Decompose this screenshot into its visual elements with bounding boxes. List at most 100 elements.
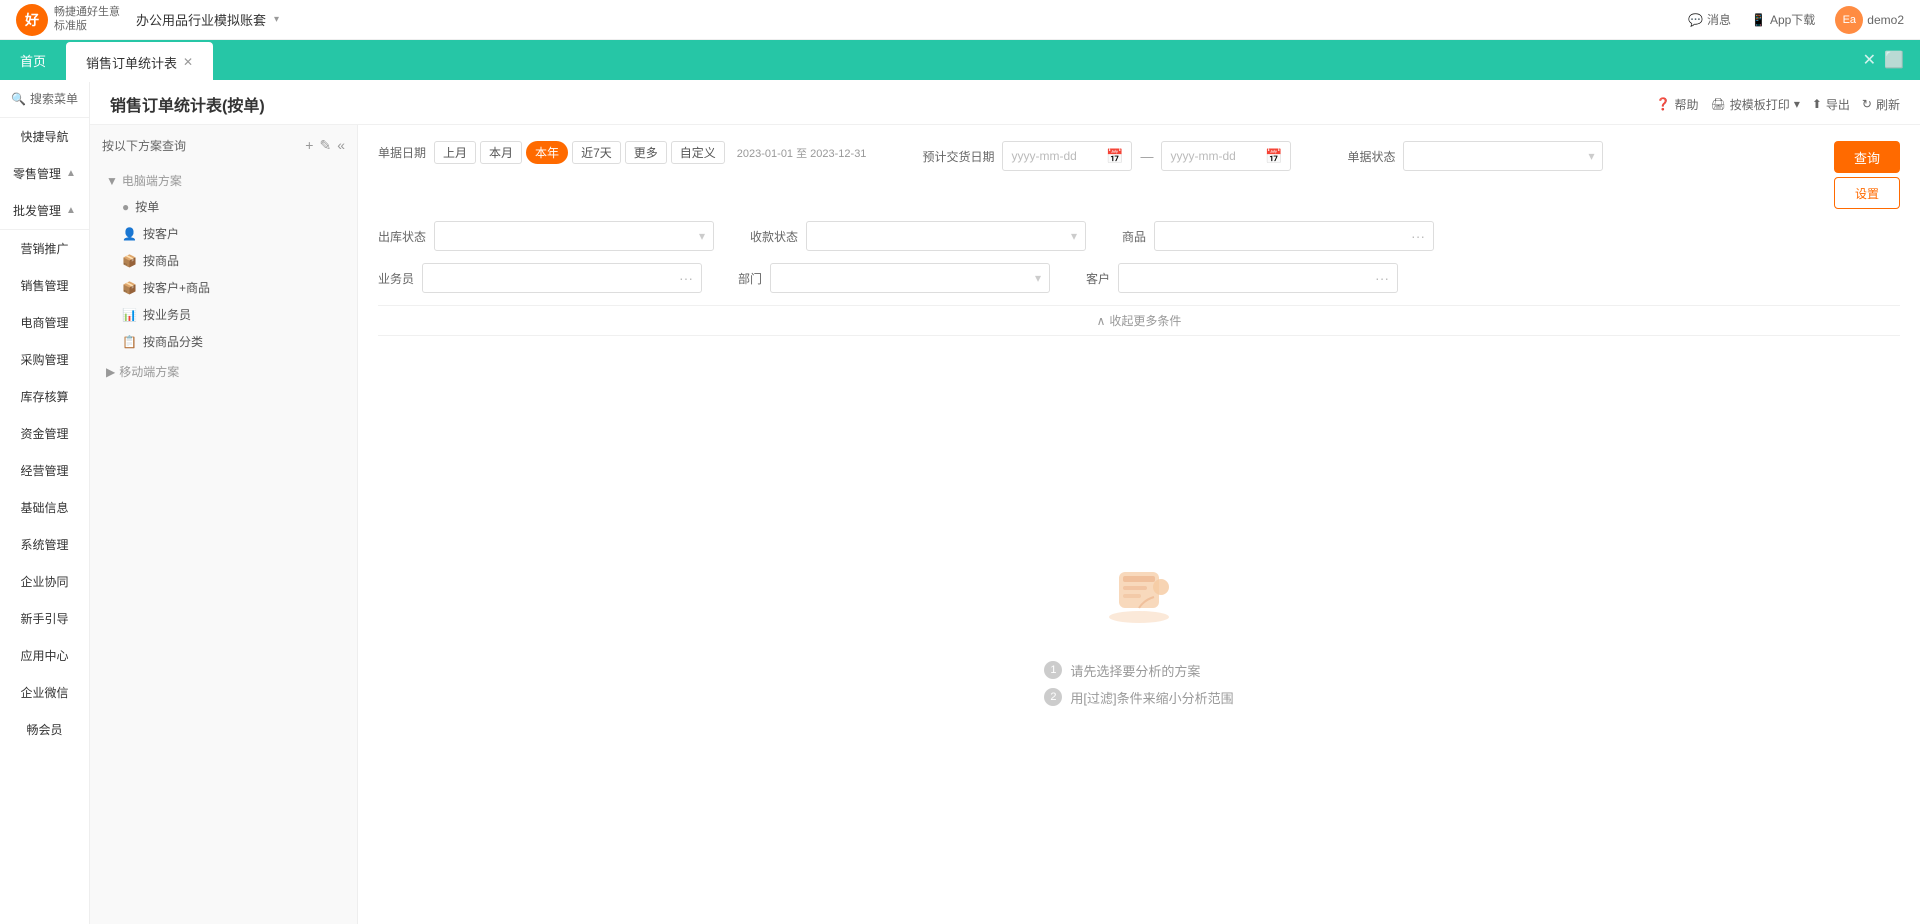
goods-select[interactable]: ··· xyxy=(1154,221,1434,251)
refresh-button[interactable]: ↻ 刷新 xyxy=(1862,96,1900,113)
logo-icon: 好 xyxy=(16,4,48,36)
date-more[interactable]: 更多 xyxy=(625,141,667,164)
ship-status-select[interactable]: ▾ xyxy=(434,221,714,251)
settings-button[interactable]: 设置 xyxy=(1834,177,1900,209)
date-shortcuts: 上月 本月 本年 近7天 更多 自定义 xyxy=(434,141,725,164)
by-salesperson-icon: 📊 xyxy=(122,308,137,322)
empty-svg xyxy=(1089,542,1189,642)
payment-status-label: 收款状态 xyxy=(750,228,798,245)
sidebar-item-system[interactable]: 系统管理 xyxy=(0,526,89,563)
goods-label: 商品 xyxy=(1122,228,1146,245)
sidebar-item-appcenter[interactable]: 应用中心 xyxy=(0,637,89,674)
collapse-icon: ∧ xyxy=(1097,314,1106,328)
sidebar-item-sales[interactable]: 销售管理 xyxy=(0,267,89,304)
tip-num-2: 2 xyxy=(1044,688,1062,706)
scheme-by-product[interactable]: 📦 按商品 xyxy=(114,247,349,274)
left-panel-icons: + ✎ « xyxy=(305,137,345,154)
sidebar-item-inventory[interactable]: 库存核算 xyxy=(0,378,89,415)
ship-status-label: 出库状态 xyxy=(378,228,426,245)
expected-date-from[interactable]: yyyy-mm-dd 📅 xyxy=(1002,141,1132,171)
filter-row-2: 出库状态 ▾ 收款状态 ▾ 商品 xyxy=(378,221,1900,251)
sidebar-item-finance[interactable]: 资金管理 xyxy=(0,415,89,452)
sidebar-item-wholesale[interactable]: 批发管理 ▲ xyxy=(0,192,89,229)
sidebar-item-operations[interactable]: 经营管理 xyxy=(0,452,89,489)
customer-group: 客户 ··· xyxy=(1086,263,1398,293)
date-last-7[interactable]: 近7天 xyxy=(572,141,621,164)
scheme-by-customer[interactable]: 👤 按客户 xyxy=(114,220,349,247)
scheme-by-order[interactable]: ● 按单 xyxy=(114,193,349,220)
message-button[interactable]: 💬 消息 xyxy=(1688,11,1731,28)
logo-text: 畅捷通好生意 标准版 xyxy=(54,6,120,32)
pc-section-label[interactable]: ▼ 电脑端方案 xyxy=(98,164,349,193)
customer-select[interactable]: ··· xyxy=(1118,263,1398,293)
order-status-select[interactable]: ▾ xyxy=(1403,141,1603,171)
sidebar-item-retail[interactable]: 零售管理 ▲ xyxy=(0,155,89,192)
mobile-section-arrow: ▶ xyxy=(106,365,115,379)
order-status-group: 单据状态 ▾ xyxy=(1347,141,1603,171)
sidebar-item-member[interactable]: 畅会员 xyxy=(0,711,89,748)
date-separator: — xyxy=(1140,149,1153,164)
sidebar-search[interactable]: 🔍 搜索菜单 xyxy=(0,80,89,118)
template-print-button[interactable]: 🖨 按模板打印 ▾ xyxy=(1711,96,1800,113)
salesperson-select[interactable]: ··· xyxy=(422,263,702,293)
sidebar: 🔍 搜索菜单 快捷导航 零售管理 ▲ 批发管理 ▲ 营销推广 销售管理 电商管理… xyxy=(0,80,90,924)
date-filter-group: 单据日期 上月 本月 本年 近7天 更多 自定义 2023-01-01 至 20… xyxy=(378,141,866,164)
tab-home[interactable]: 首页 xyxy=(0,40,66,80)
page-title: 销售订单统计表(按单) xyxy=(110,92,265,116)
collapse-button[interactable]: ∧ 收起更多条件 xyxy=(1097,312,1182,329)
expected-date-to[interactable]: yyyy-mm-dd 📅 xyxy=(1161,141,1291,171)
tab-bar: 首页 销售订单统计表 ✕ ✕ ⬜ xyxy=(0,40,1920,80)
date-last-month[interactable]: 上月 xyxy=(434,141,476,164)
tab-restore-window[interactable]: ⬜ xyxy=(1884,50,1904,70)
mobile-section-label[interactable]: ▶ 移动端方案 xyxy=(98,355,349,384)
filter-row-3: 业务员 ··· 部门 ▾ 客户 xyxy=(378,263,1900,293)
scheme-by-salesperson[interactable]: 📊 按业务员 xyxy=(114,301,349,328)
sidebar-item-basic[interactable]: 基础信息 xyxy=(0,489,89,526)
date-this-year[interactable]: 本年 xyxy=(526,141,568,164)
date-custom[interactable]: 自定义 xyxy=(671,141,725,164)
tab-close-icon[interactable]: ✕ xyxy=(183,55,193,69)
top-bar-right: 💬 消息 📱 App下载 Ea demo2 xyxy=(1688,6,1904,34)
action-buttons: 查询 设置 xyxy=(1834,141,1900,209)
app-download-button[interactable]: 📱 App下载 xyxy=(1751,11,1815,28)
dept-select[interactable]: ▾ xyxy=(770,263,1050,293)
date-this-month[interactable]: 本月 xyxy=(480,141,522,164)
export-button[interactable]: ⬆ 导出 xyxy=(1812,96,1850,113)
order-status-dropdown-icon: ▾ xyxy=(1588,149,1594,163)
sidebar-item-marketing[interactable]: 营销推广 xyxy=(0,230,89,267)
salesperson-more-icon[interactable]: ··· xyxy=(679,270,693,286)
scheme-by-category[interactable]: 📋 按商品分类 xyxy=(114,328,349,355)
app-title-dropdown[interactable]: ▾ xyxy=(274,14,279,25)
left-panel-header: 按以下方案查询 + ✎ « xyxy=(98,137,349,154)
scheme-by-customer-product[interactable]: 📦 按客户+商品 xyxy=(114,274,349,301)
filter-row-1: 单据日期 上月 本月 本年 近7天 更多 自定义 2023-01-01 至 20… xyxy=(378,141,1900,209)
collapse-panel-icon[interactable]: « xyxy=(337,137,345,154)
help-button[interactable]: ❓ 帮助 xyxy=(1656,96,1699,113)
calendar-from-icon: 📅 xyxy=(1106,148,1123,165)
content-area: 销售订单统计表(按单) ❓ 帮助 🖨 按模板打印 ▾ ⬆ 导出 ↻ 刷新 xyxy=(90,80,1920,924)
user-menu[interactable]: Ea demo2 xyxy=(1835,6,1904,34)
empty-tip-1: 1 请先选择要分析的方案 xyxy=(1044,661,1233,680)
customer-more-icon[interactable]: ··· xyxy=(1375,270,1389,286)
sidebar-item-quick-nav[interactable]: 快捷导航 xyxy=(0,118,89,155)
payment-status-group: 收款状态 ▾ xyxy=(750,221,1086,251)
sidebar-item-weixin[interactable]: 企业微信 xyxy=(0,674,89,711)
inner-layout: 按以下方案查询 + ✎ « ▼ 电脑端方案 ● 按单 xyxy=(90,125,1920,924)
app-title: 办公用品行业模拟账套 xyxy=(136,10,266,29)
edit-scheme-icon[interactable]: ✎ xyxy=(319,137,331,154)
page-actions: ❓ 帮助 🖨 按模板打印 ▾ ⬆ 导出 ↻ 刷新 xyxy=(1656,96,1900,113)
add-scheme-icon[interactable]: + xyxy=(305,137,313,154)
tab-close-window[interactable]: ✕ xyxy=(1863,50,1876,70)
query-button[interactable]: 查询 xyxy=(1834,141,1900,173)
empty-state: 1 请先选择要分析的方案 2 用[过滤]条件来缩小分析范围 xyxy=(378,340,1900,908)
salesperson-label: 业务员 xyxy=(378,270,414,287)
sidebar-item-newbie[interactable]: 新手引导 xyxy=(0,600,89,637)
payment-status-select[interactable]: ▾ xyxy=(806,221,1086,251)
sidebar-item-collab[interactable]: 企业协同 xyxy=(0,563,89,600)
tab-sales-order-stat[interactable]: 销售订单统计表 ✕ xyxy=(66,42,213,82)
sidebar-item-purchase[interactable]: 采购管理 xyxy=(0,341,89,378)
sidebar-item-ecommerce[interactable]: 电商管理 xyxy=(0,304,89,341)
by-order-icon: ● xyxy=(122,200,129,214)
goods-more-icon[interactable]: ··· xyxy=(1411,228,1425,244)
pc-section-arrow: ▼ xyxy=(106,174,118,188)
